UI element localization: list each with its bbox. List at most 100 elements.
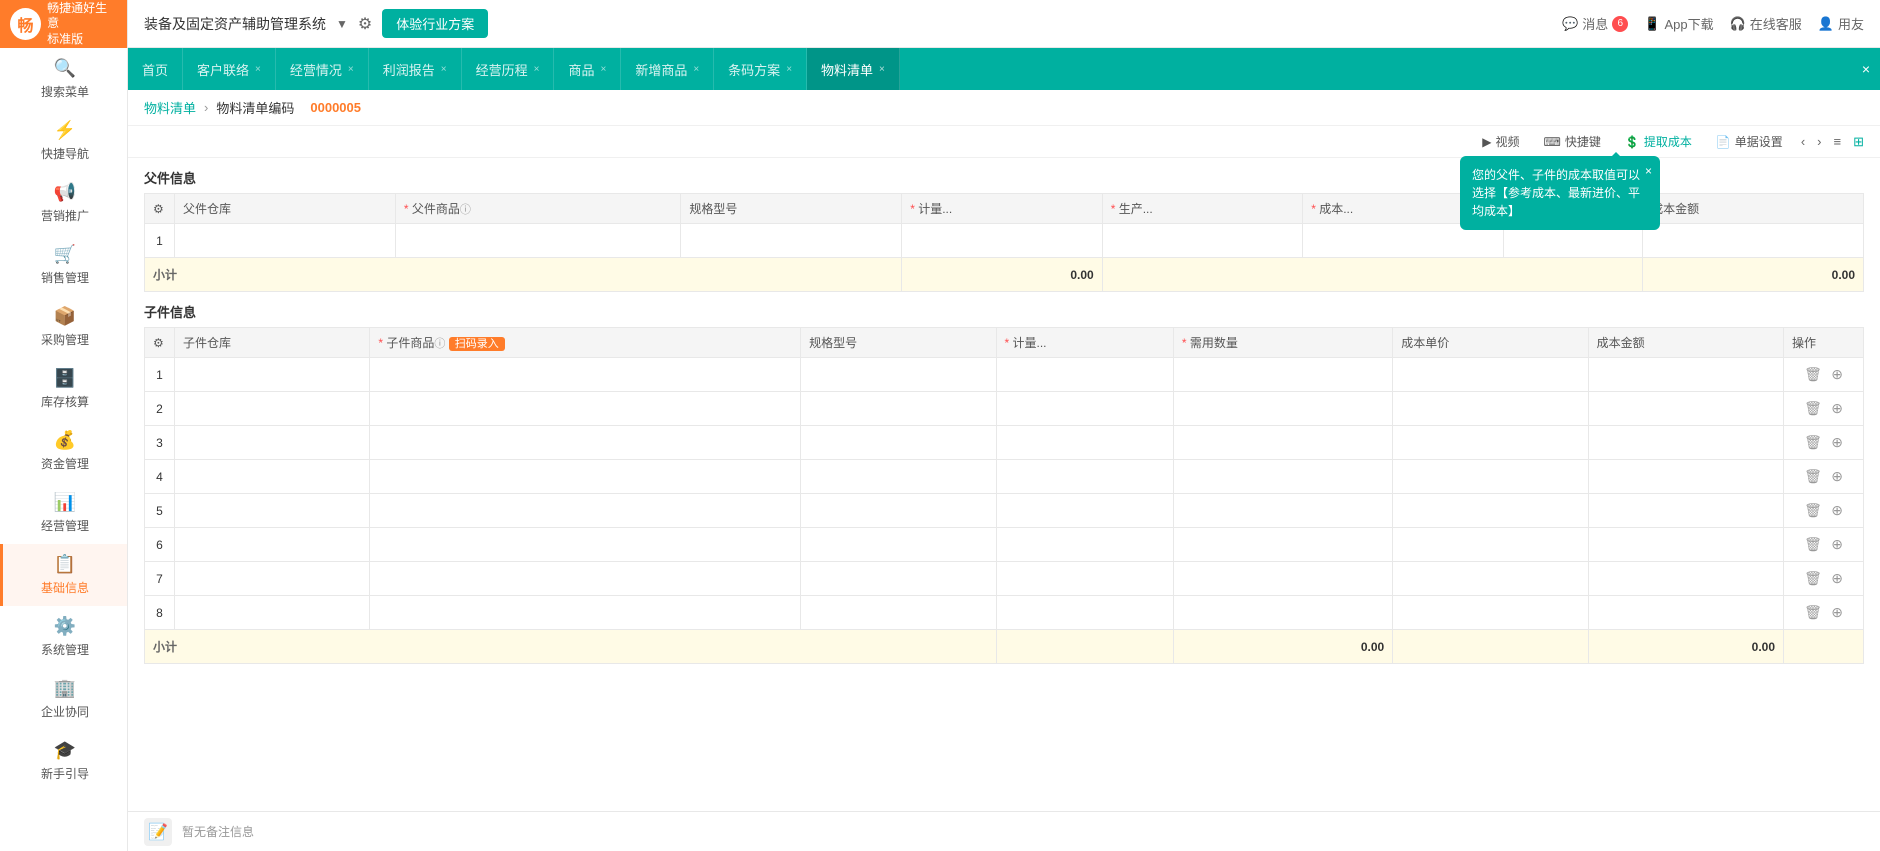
child-cell-unit-cost-8[interactable] <box>1393 596 1588 630</box>
child-cell-unit-cost-3[interactable] <box>1393 426 1588 460</box>
sidebar-item-system[interactable]: ⚙️ 系统管理 <box>0 606 127 668</box>
sidebar-item-finance[interactable]: 💰 资金管理 <box>0 420 127 482</box>
shortcut-action[interactable]: ⌨ 快捷键 <box>1538 130 1607 153</box>
layout-icon[interactable]: ≡ <box>1834 134 1842 149</box>
nav-tab-close-4[interactable]: × <box>534 64 540 75</box>
child-delete-btn-2[interactable]: 🗑 <box>1801 400 1825 416</box>
nav-tab-close-1[interactable]: × <box>255 64 261 75</box>
child-cell-product-7[interactable] <box>370 562 801 596</box>
view-action[interactable]: ▶ 视频 <box>1476 130 1525 153</box>
sidebar-item-basic[interactable]: 📋 基础信息 <box>0 544 127 606</box>
nav-tab-3[interactable]: 利润报告× <box>369 48 462 90</box>
child-cell-unit-1[interactable] <box>996 358 1173 392</box>
settings-icon[interactable]: ⚙ <box>358 14 372 34</box>
child-cell-qty-6[interactable] <box>1173 528 1392 562</box>
parent-cell-produce-1[interactable] <box>1102 224 1303 258</box>
child-cell-spec-7[interactable] <box>801 562 996 596</box>
child-cell-unit-6[interactable] <box>996 528 1173 562</box>
breadcrumb-item-1[interactable]: 物料清单 <box>144 98 196 117</box>
child-cell-unit-cost-5[interactable] <box>1393 494 1588 528</box>
nav-tab-close-2[interactable]: × <box>348 64 354 75</box>
child-cell-spec-4[interactable] <box>801 460 996 494</box>
child-cell-product-1[interactable] <box>370 358 801 392</box>
child-cell-product-6[interactable] <box>370 528 801 562</box>
sidebar-item-marketing[interactable]: 📢 营销推广 <box>0 172 127 234</box>
child-cell-spec-8[interactable] <box>801 596 996 630</box>
child-cell-warehouse-2[interactable] <box>175 392 370 426</box>
extract-cost-action[interactable]: 💲 提取成本 <box>1619 130 1698 153</box>
app-download-item[interactable]: 📱 App下载 <box>1644 14 1713 33</box>
child-delete-btn-1[interactable]: 🗑 <box>1801 366 1825 382</box>
child-cell-spec-1[interactable] <box>801 358 996 392</box>
child-cell-spec-6[interactable] <box>801 528 996 562</box>
child-cell-qty-1[interactable] <box>1173 358 1392 392</box>
child-cell-qty-7[interactable] <box>1173 562 1392 596</box>
child-delete-btn-4[interactable]: 🗑 <box>1801 468 1825 484</box>
child-delete-btn-3[interactable]: 🗑 <box>1801 434 1825 450</box>
child-copy-btn-5[interactable]: ⊕ <box>1828 502 1846 518</box>
nav-tab-7[interactable]: 条码方案× <box>714 48 807 90</box>
child-cell-unit-8[interactable] <box>996 596 1173 630</box>
user-item[interactable]: 👤 用友 <box>1818 14 1864 33</box>
nav-tab-1[interactable]: 客户联络× <box>183 48 276 90</box>
nav-tab-5[interactable]: 商品× <box>554 48 621 90</box>
nav-tab-4[interactable]: 经营历程× <box>462 48 555 90</box>
child-cell-unit-cost-4[interactable] <box>1393 460 1588 494</box>
child-cell-product-3[interactable] <box>370 426 801 460</box>
nav-tab-close-6[interactable]: × <box>693 64 699 75</box>
child-copy-btn-2[interactable]: ⊕ <box>1828 400 1846 416</box>
tooltip-close-button[interactable]: × <box>1645 162 1652 180</box>
child-cell-warehouse-6[interactable] <box>175 528 370 562</box>
sidebar-item-sales[interactable]: 🛒 销售管理 <box>0 234 127 296</box>
child-cell-spec-2[interactable] <box>801 392 996 426</box>
single-settings-action[interactable]: 📄 单据设置 <box>1710 130 1789 153</box>
nav-next-icon[interactable]: › <box>1817 134 1821 149</box>
child-delete-btn-8[interactable]: 🗑 <box>1801 604 1825 620</box>
child-delete-btn-5[interactable]: 🗑 <box>1801 502 1825 518</box>
child-cell-spec-3[interactable] <box>801 426 996 460</box>
child-cell-unit-cost-6[interactable] <box>1393 528 1588 562</box>
child-cell-unit-5[interactable] <box>996 494 1173 528</box>
child-cell-unit-7[interactable] <box>996 562 1173 596</box>
parent-cell-spec-1[interactable] <box>681 224 902 258</box>
sidebar-item-guide[interactable]: 🎓 新手引导 <box>0 730 127 792</box>
child-cell-qty-4[interactable] <box>1173 460 1392 494</box>
child-delete-btn-6[interactable]: 🗑 <box>1801 536 1825 552</box>
nav-tabs-close-all[interactable]: × <box>1852 61 1880 77</box>
child-cell-warehouse-8[interactable] <box>175 596 370 630</box>
notes-icon[interactable]: 📝 <box>144 818 172 846</box>
child-cell-warehouse-1[interactable] <box>175 358 370 392</box>
child-copy-btn-7[interactable]: ⊕ <box>1828 570 1846 586</box>
nav-tab-close-5[interactable]: × <box>600 64 606 75</box>
child-cell-unit-4[interactable] <box>996 460 1173 494</box>
child-cell-unit-3[interactable] <box>996 426 1173 460</box>
child-cell-warehouse-4[interactable] <box>175 460 370 494</box>
child-copy-btn-3[interactable]: ⊕ <box>1828 434 1846 450</box>
nav-prev-icon[interactable]: ‹ <box>1801 134 1805 149</box>
sidebar-item-search[interactable]: 🔍 搜索菜单 <box>0 48 127 110</box>
nav-tab-8[interactable]: 物料清单× <box>807 48 900 90</box>
child-cell-product-5[interactable] <box>370 494 801 528</box>
child-cell-unit-cost-1[interactable] <box>1393 358 1588 392</box>
sidebar-item-operation[interactable]: 📊 经营管理 <box>0 482 127 544</box>
parent-cell-unit-1[interactable] <box>902 224 1103 258</box>
child-cell-qty-8[interactable] <box>1173 596 1392 630</box>
parent-cell-product-1[interactable] <box>395 224 680 258</box>
nav-tab-0[interactable]: 首页 <box>128 48 183 90</box>
child-cell-unit-cost-2[interactable] <box>1393 392 1588 426</box>
child-cell-warehouse-3[interactable] <box>175 426 370 460</box>
nav-tab-6[interactable]: 新增商品× <box>621 48 714 90</box>
parent-cell-warehouse-1[interactable] <box>175 224 396 258</box>
child-copy-btn-8[interactable]: ⊕ <box>1828 604 1846 620</box>
child-cell-unit-2[interactable] <box>996 392 1173 426</box>
online-service-item[interactable]: 🎧 在线客服 <box>1730 14 1802 33</box>
nav-tab-2[interactable]: 经营情况× <box>276 48 369 90</box>
child-cell-qty-5[interactable] <box>1173 494 1392 528</box>
child-copy-btn-4[interactable]: ⊕ <box>1828 468 1846 484</box>
nav-tab-close-8[interactable]: × <box>879 64 885 75</box>
nav-tab-close-7[interactable]: × <box>786 64 792 75</box>
child-cell-warehouse-5[interactable] <box>175 494 370 528</box>
sidebar-item-inventory[interactable]: 🗄️ 库存核算 <box>0 358 127 420</box>
child-cell-product-4[interactable] <box>370 460 801 494</box>
expand-icon[interactable]: ⊞ <box>1853 134 1864 150</box>
